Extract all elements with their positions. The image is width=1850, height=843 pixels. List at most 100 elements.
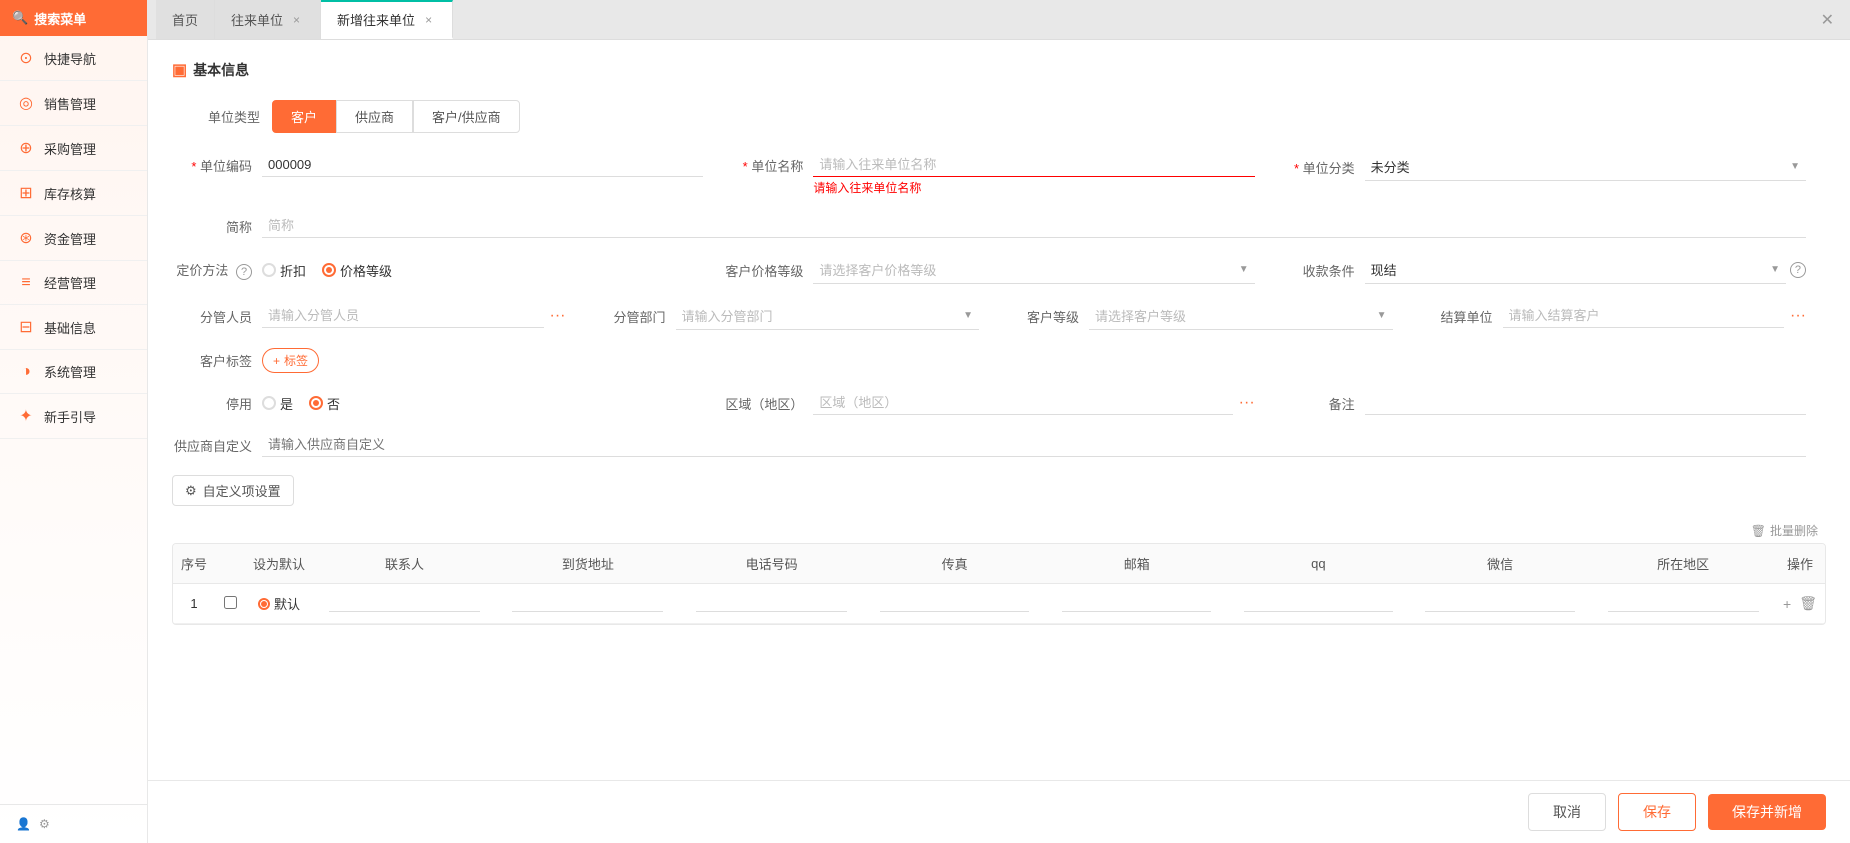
region-field: 区域（地区） ··· bbox=[723, 391, 1254, 415]
unit-type-both[interactable]: 客户/供应商 bbox=[413, 100, 520, 133]
tab-partner-list[interactable]: 往来单位 × bbox=[215, 0, 321, 39]
unit-type-supplier[interactable]: 供应商 bbox=[336, 100, 413, 133]
row-add-icon[interactable]: + bbox=[1783, 596, 1791, 612]
region-more-icon[interactable]: ··· bbox=[1239, 394, 1255, 412]
col-phone: 电话号码 bbox=[680, 544, 864, 584]
search-icon: 🔍 bbox=[12, 10, 28, 26]
sidebar-search[interactable]: 🔍 搜索菜单 bbox=[0, 0, 147, 36]
tab-partner-list-close[interactable]: × bbox=[289, 11, 304, 29]
tag-add-button[interactable]: + 标签 bbox=[262, 348, 319, 373]
department-field: 分管部门 请输入分管部门 ▼ bbox=[586, 302, 980, 330]
customer-level-label: 客户等级 bbox=[999, 307, 1089, 326]
unit-code-input[interactable] bbox=[262, 153, 703, 177]
tag-plus-icon: + bbox=[273, 354, 280, 368]
table-row: 1 默认 bbox=[173, 584, 1825, 624]
sidebar-item-quick-nav[interactable]: ⊙ 快捷导航 bbox=[0, 36, 147, 81]
row-default-radio[interactable] bbox=[258, 598, 270, 610]
remark-input[interactable] bbox=[1365, 391, 1806, 415]
customer-tag-field: 客户标签 + 标签 bbox=[172, 348, 1806, 373]
settings-gear-icon: ⚙ bbox=[185, 483, 197, 499]
sidebar-item-inventory[interactable]: ⊞ 库存核算 bbox=[0, 171, 147, 216]
short-name-input[interactable] bbox=[262, 214, 1806, 238]
pricing-discount-label: 折扣 bbox=[280, 261, 306, 280]
section-icon: ▣ bbox=[172, 60, 187, 80]
settlement-unit-field: 结算单位 ··· bbox=[1413, 304, 1807, 328]
disabled-no-label: 否 bbox=[327, 394, 340, 413]
tab-bar: 首页 往来单位 × 新增往来单位 × ✕ bbox=[148, 0, 1850, 40]
guide-icon: ✦ bbox=[16, 406, 36, 426]
manager-field: 分管人员 ··· bbox=[172, 304, 566, 328]
unit-type-customer[interactable]: 客户 bbox=[272, 100, 336, 133]
manager-more-icon[interactable]: ··· bbox=[550, 307, 566, 325]
supplier-custom-field: 供应商自定义 bbox=[172, 433, 1806, 457]
row-delete-icon[interactable]: 🗑 bbox=[1799, 595, 1817, 612]
row-qq-input[interactable] bbox=[1244, 596, 1393, 612]
row-address-input[interactable] bbox=[512, 596, 663, 612]
row-address bbox=[496, 584, 680, 624]
row-email-input[interactable] bbox=[1062, 596, 1211, 612]
row-region-input[interactable] bbox=[1608, 596, 1759, 612]
disabled-yes[interactable]: 是 bbox=[262, 394, 293, 413]
col-action: 操作 bbox=[1775, 544, 1825, 584]
row-checkbox[interactable] bbox=[224, 596, 237, 609]
sidebar-item-sales[interactable]: ◎ 销售管理 bbox=[0, 81, 147, 126]
supplier-custom-input[interactable] bbox=[262, 433, 1806, 457]
tab-new-partner[interactable]: 新增往来单位 × bbox=[321, 0, 453, 39]
unit-category-field: 单位分类 未分类 ▼ bbox=[1275, 153, 1806, 181]
pricing-radio-discount[interactable] bbox=[262, 263, 276, 277]
pricing-option-discount[interactable]: 折扣 bbox=[262, 261, 306, 280]
disabled-no-radio[interactable] bbox=[309, 396, 323, 410]
customer-price-level-select[interactable]: 请选择客户价格等级 ▼ bbox=[813, 256, 1254, 284]
pricing-option-level[interactable]: 价格等级 bbox=[322, 261, 392, 280]
custom-settings-button[interactable]: ⚙ 自定义项设置 bbox=[172, 475, 294, 506]
col-qq: qq bbox=[1228, 544, 1409, 584]
col-default: 设为默认 bbox=[245, 544, 313, 584]
sidebar-label-system: 系统管理 bbox=[44, 362, 96, 381]
row-phone-input[interactable] bbox=[696, 596, 847, 612]
sidebar-item-basic[interactable]: ⊟ 基础信息 bbox=[0, 305, 147, 350]
window-close-icon[interactable]: ✕ bbox=[1821, 10, 1834, 30]
pricing-method-field: 定价方法 ? 折扣 价格等级 bbox=[172, 260, 703, 280]
settlement-unit-input[interactable] bbox=[1503, 304, 1785, 328]
tab-home[interactable]: 首页 bbox=[156, 0, 215, 39]
unit-name-input[interactable] bbox=[813, 153, 1254, 177]
batch-delete-button[interactable]: 🗑 批量删除 bbox=[1751, 522, 1818, 539]
disabled-no[interactable]: 否 bbox=[309, 394, 340, 413]
row-wechat-input[interactable] bbox=[1425, 596, 1574, 612]
sidebar-item-finance[interactable]: ⊛ 资金管理 bbox=[0, 216, 147, 261]
col-email: 邮箱 bbox=[1046, 544, 1228, 584]
tag-add-label: 标签 bbox=[284, 352, 308, 369]
save-button[interactable]: 保存 bbox=[1618, 793, 1696, 831]
region-input[interactable] bbox=[813, 391, 1232, 415]
settings-icon[interactable]: ⚙ bbox=[39, 817, 50, 831]
sidebar-item-operation[interactable]: ≡ 经营管理 bbox=[0, 261, 147, 305]
disabled-yes-radio[interactable] bbox=[262, 396, 276, 410]
sidebar-item-purchase[interactable]: ⊕ 采购管理 bbox=[0, 126, 147, 171]
payment-terms-select[interactable]: 现结 ▼ bbox=[1365, 256, 1786, 284]
cancel-button[interactable]: 取消 bbox=[1528, 793, 1606, 831]
sidebar-item-system[interactable]: ◑ 系统管理 bbox=[0, 350, 147, 394]
pricing-radio-level[interactable] bbox=[322, 263, 336, 277]
unit-category-select[interactable]: 未分类 ▼ bbox=[1365, 153, 1806, 181]
payment-terms-help-icon[interactable]: ? bbox=[1790, 262, 1806, 278]
footer-bar: 取消 保存 保存并新增 bbox=[148, 780, 1850, 843]
row-contact-input[interactable] bbox=[329, 596, 479, 612]
short-name-label: 简称 bbox=[172, 217, 262, 236]
sidebar-item-guide[interactable]: ✦ 新手引导 bbox=[0, 394, 147, 439]
pricing-help-icon[interactable]: ? bbox=[236, 264, 252, 280]
tab-new-partner-close[interactable]: × bbox=[421, 11, 436, 29]
row-actions: + 🗑 bbox=[1783, 595, 1817, 612]
save-new-button[interactable]: 保存并新增 bbox=[1708, 794, 1826, 830]
region-label: 区域（地区） bbox=[723, 394, 813, 413]
inventory-icon: ⊞ bbox=[16, 183, 36, 203]
department-select[interactable]: 请输入分管部门 ▼ bbox=[676, 302, 980, 330]
customer-level-select[interactable]: 请选择客户等级 ▼ bbox=[1089, 302, 1393, 330]
settlement-more-icon[interactable]: ··· bbox=[1790, 307, 1806, 325]
tab-home-label: 首页 bbox=[172, 10, 198, 29]
remark-label: 备注 bbox=[1275, 394, 1365, 413]
manager-input[interactable] bbox=[262, 304, 544, 328]
unit-category-chevron: ▼ bbox=[1790, 161, 1800, 172]
finance-icon: ⊛ bbox=[16, 228, 36, 248]
payment-terms-value: 现结 bbox=[1371, 260, 1397, 279]
row-fax-input[interactable] bbox=[880, 596, 1029, 612]
